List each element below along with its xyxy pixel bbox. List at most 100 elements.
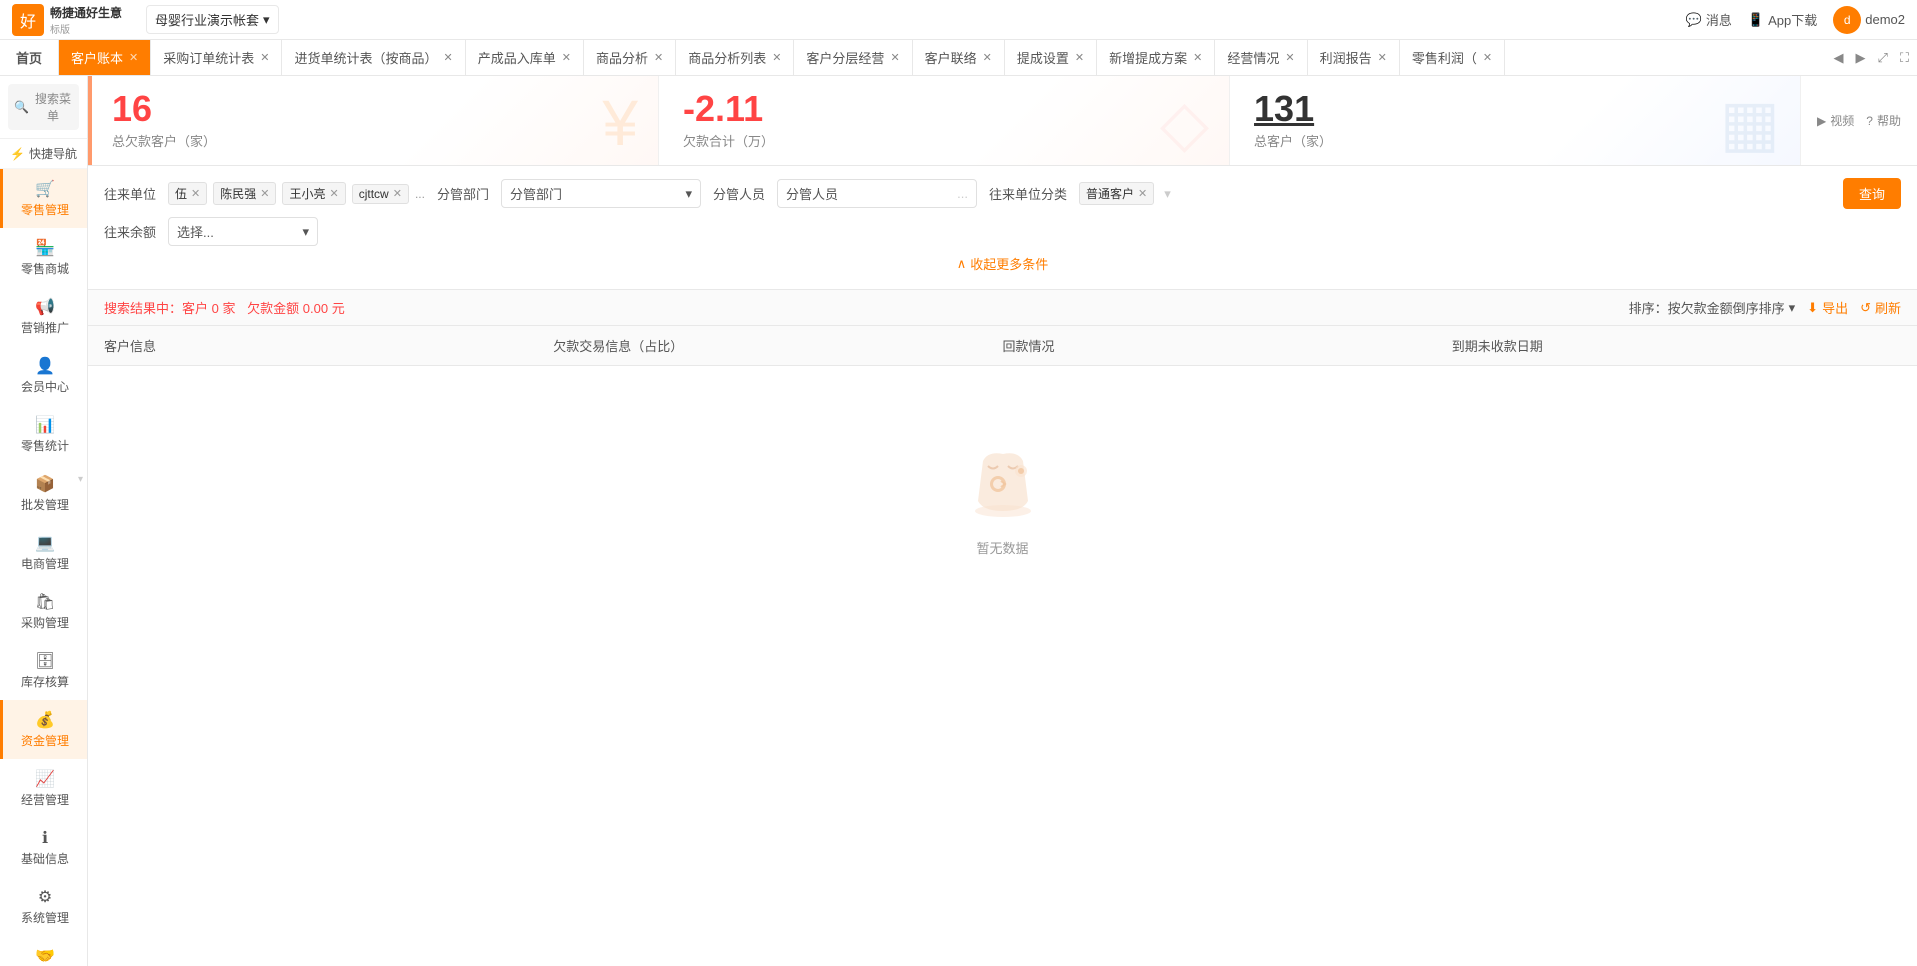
top-bar-left: 好 畅捷通好生意 标版 母婴行业演示帐套 ▾ [12,4,279,36]
tab-product-analysis-list[interactable]: 商品分析列表 ✕ [676,40,794,76]
filter-person-more[interactable]: ... [957,186,968,201]
table-toolbar: 搜索结果中：客户 0 家 欠款金额 0.00 元 排序：按欠款金额倒序排序 ▾ … [88,290,1917,326]
member-icon: 👤 [35,356,55,376]
table-header-customer-info: 客户信息 [104,336,553,355]
nav-tabs-left-arrow[interactable]: ◀ [1829,46,1847,70]
refresh-btn[interactable]: ↺ 刷新 [1860,298,1901,317]
filter-tags-category: 普通客户 ✕ ▾ [1079,182,1171,205]
sort-dropdown-icon: ▾ [1789,300,1796,316]
store-selector[interactable]: 母婴行业演示帐套 ▾ [146,5,279,34]
tab-purchase-orders-close[interactable]: ✕ [260,51,269,64]
video-btn[interactable]: ▶ 视频 [1817,112,1854,129]
sidebar-search-btn[interactable]: 🔍 搜索菜单 [8,84,79,130]
tab-home[interactable]: 首页 [0,40,59,76]
tab-produce-stock-close[interactable]: ✕ [562,51,571,64]
tab-customer-contact[interactable]: 客户联络 ✕ [913,40,1005,76]
filter-tags-more[interactable]: ... [415,187,425,201]
empty-icon [963,446,1043,526]
sidebar-item-ecommerce[interactable]: 💻 电商管理 [0,523,87,582]
stat1-content: 16 总欠款客户（家） [112,91,216,150]
filter-tag-chen-label: 陈民强 [220,185,256,202]
tab-customer-segment-close[interactable]: ✕ [890,51,899,64]
tab-new-promotion[interactable]: 新增提成方案 ✕ [1097,40,1215,76]
sort-select[interactable]: 排序：按欠款金额倒序排序 ▾ [1629,298,1796,317]
tab-purchase-orders[interactable]: 采购订单统计表 ✕ [151,40,282,76]
tab-retail-profit[interactable]: 零售利润（ ✕ [1400,40,1505,76]
filter-tag-normal-customer-label: 普通客户 [1086,185,1134,202]
nav-tabs-right-arrow[interactable]: ▶ [1851,46,1869,70]
tab-promotion-settings-close[interactable]: ✕ [1075,51,1084,64]
tab-business[interactable]: 经营情况 ✕ [1215,40,1307,76]
filter-tag-chen-close[interactable]: ✕ [260,187,269,200]
tab-accounts[interactable]: 客户账本 ✕ [59,40,151,76]
tab-promotion-settings[interactable]: 提成设置 ✕ [1005,40,1097,76]
quick-nav-btn[interactable]: ⚡ 快捷导航 [0,139,87,169]
filter-balance-dropdown-icon: ▾ [302,224,309,240]
filter-balance-input[interactable]: 选择... ▾ [168,217,318,246]
sidebar-item-system[interactable]: ⚙ 系统管理 [0,877,87,936]
tab-produce-stock[interactable]: 产成品入库单 ✕ [466,40,584,76]
filter-tag-wang-close[interactable]: ✕ [330,187,339,200]
tab-customer-contact-label: 客户联络 [925,48,977,67]
stat-card-debt-amount: ◇ -2.11 欠款合计（万） [659,76,1230,165]
tab-customer-contact-close[interactable]: ✕ [983,51,992,64]
sidebar-item-retail-stats[interactable]: 📊 零售统计 [0,405,87,464]
table-header: 客户信息 欠款交易信息（占比） 回款情况 到期未收款日期 [88,326,1917,366]
ecommerce-icon: 💻 [35,533,55,553]
tab-customer-segment[interactable]: 客户分层经营 ✕ [794,40,912,76]
user-name: demo2 [1865,12,1905,27]
sidebar-item-operations[interactable]: 📈 经营管理 [0,759,87,818]
tab-new-promotion-close[interactable]: ✕ [1193,51,1202,64]
sidebar-item-enterprise[interactable]: 🤝 企业协同 [0,936,87,966]
nav-tabs-expand[interactable]: ⤢ [1873,46,1891,70]
tab-profit-report[interactable]: 利润报告 ✕ [1308,40,1400,76]
tab-product-analysis[interactable]: 商品分析 ✕ [584,40,676,76]
tab-produce-stock-label: 产成品入库单 [478,48,556,67]
sidebar-item-purchase[interactable]: 🛍 采购管理 [0,582,87,641]
sidebar-item-inventory[interactable]: 🗄 库存核算 [0,641,87,700]
sidebar-search-area: 🔍 搜索菜单 [0,76,87,139]
tab-home-label: 首页 [16,48,42,67]
tab-accounts-close[interactable]: ✕ [129,51,138,64]
tab-product-analysis-close[interactable]: ✕ [654,51,663,64]
export-btn[interactable]: ⬇ 导出 [1807,298,1848,317]
filter-tag-wang-label: 王小亮 [289,185,325,202]
sidebar-item-finance[interactable]: 💰 资金管理 [0,700,87,759]
sidebar-item-marketing[interactable]: 📢 营销推广 [0,287,87,346]
tab-business-label: 经营情况 [1227,48,1279,67]
tab-retail-profit-close[interactable]: ✕ [1483,51,1492,64]
query-btn[interactable]: 查询 [1843,178,1901,209]
stat2-label: 欠款合计（万） [683,131,774,150]
tab-product-analysis-list-close[interactable]: ✕ [772,51,781,64]
filter-tag-wu-close[interactable]: ✕ [191,187,200,200]
sidebar-item-member[interactable]: 👤 会员中心 [0,346,87,405]
sidebar-item-retail-mall[interactable]: 🏪 零售商城 [0,228,87,287]
tab-stock-stats-close[interactable]: ✕ [444,51,453,64]
nav-tabs-fullscreen[interactable]: ⛶ [1896,46,1913,70]
filter-tag-normal-customer-close[interactable]: ✕ [1138,187,1147,200]
help-label: 帮助 [1877,112,1901,129]
tab-business-close[interactable]: ✕ [1285,51,1294,64]
filter-label-category: 往来单位分类 [989,184,1067,203]
filter-dept-input[interactable]: 分管部门 ▾ [501,179,701,208]
toolbar-right: 排序：按欠款金额倒序排序 ▾ ⬇ 导出 ↺ 刷新 [1629,298,1901,317]
help-btn[interactable]: ? 帮助 [1866,112,1901,129]
wholesale-arrow-icon: ▾ [78,474,83,485]
app-download-btn[interactable]: 📱 App下载 [1748,10,1817,29]
content-area: ¥ 16 总欠款客户（家） ◇ -2.11 欠款合计（万） ▦ 131 总 [88,76,1917,966]
sidebar-item-ecommerce-label: 电商管理 [21,555,69,572]
logo-area: 好 畅捷通好生意 标版 [12,4,122,36]
search-result-info: 搜索结果中：客户 0 家 欠款金额 0.00 元 [104,298,345,317]
stat1-number: 16 [112,91,216,127]
tab-profit-report-close[interactable]: ✕ [1378,51,1387,64]
user-profile[interactable]: d demo2 [1833,6,1905,34]
sidebar-item-wholesale[interactable]: 📦 批发管理 ▾ [0,464,87,523]
filter-person-input[interactable]: 分管人员 ... [777,179,977,208]
collapse-btn[interactable]: ∧ 收起更多条件 [104,254,1901,273]
filter-tag-cjttcw-close[interactable]: ✕ [393,187,402,200]
tab-stock-stats[interactable]: 进货单统计表（按商品） ✕ [282,40,465,76]
messages-btn[interactable]: 💬 消息 [1686,10,1732,29]
sidebar-item-retail[interactable]: 🛒 零售管理 [0,169,87,228]
top-bar: 好 畅捷通好生意 标版 母婴行业演示帐套 ▾ 💬 消息 📱 App下载 d de… [0,0,1917,40]
sidebar-item-basics[interactable]: ℹ 基础信息 [0,818,87,877]
